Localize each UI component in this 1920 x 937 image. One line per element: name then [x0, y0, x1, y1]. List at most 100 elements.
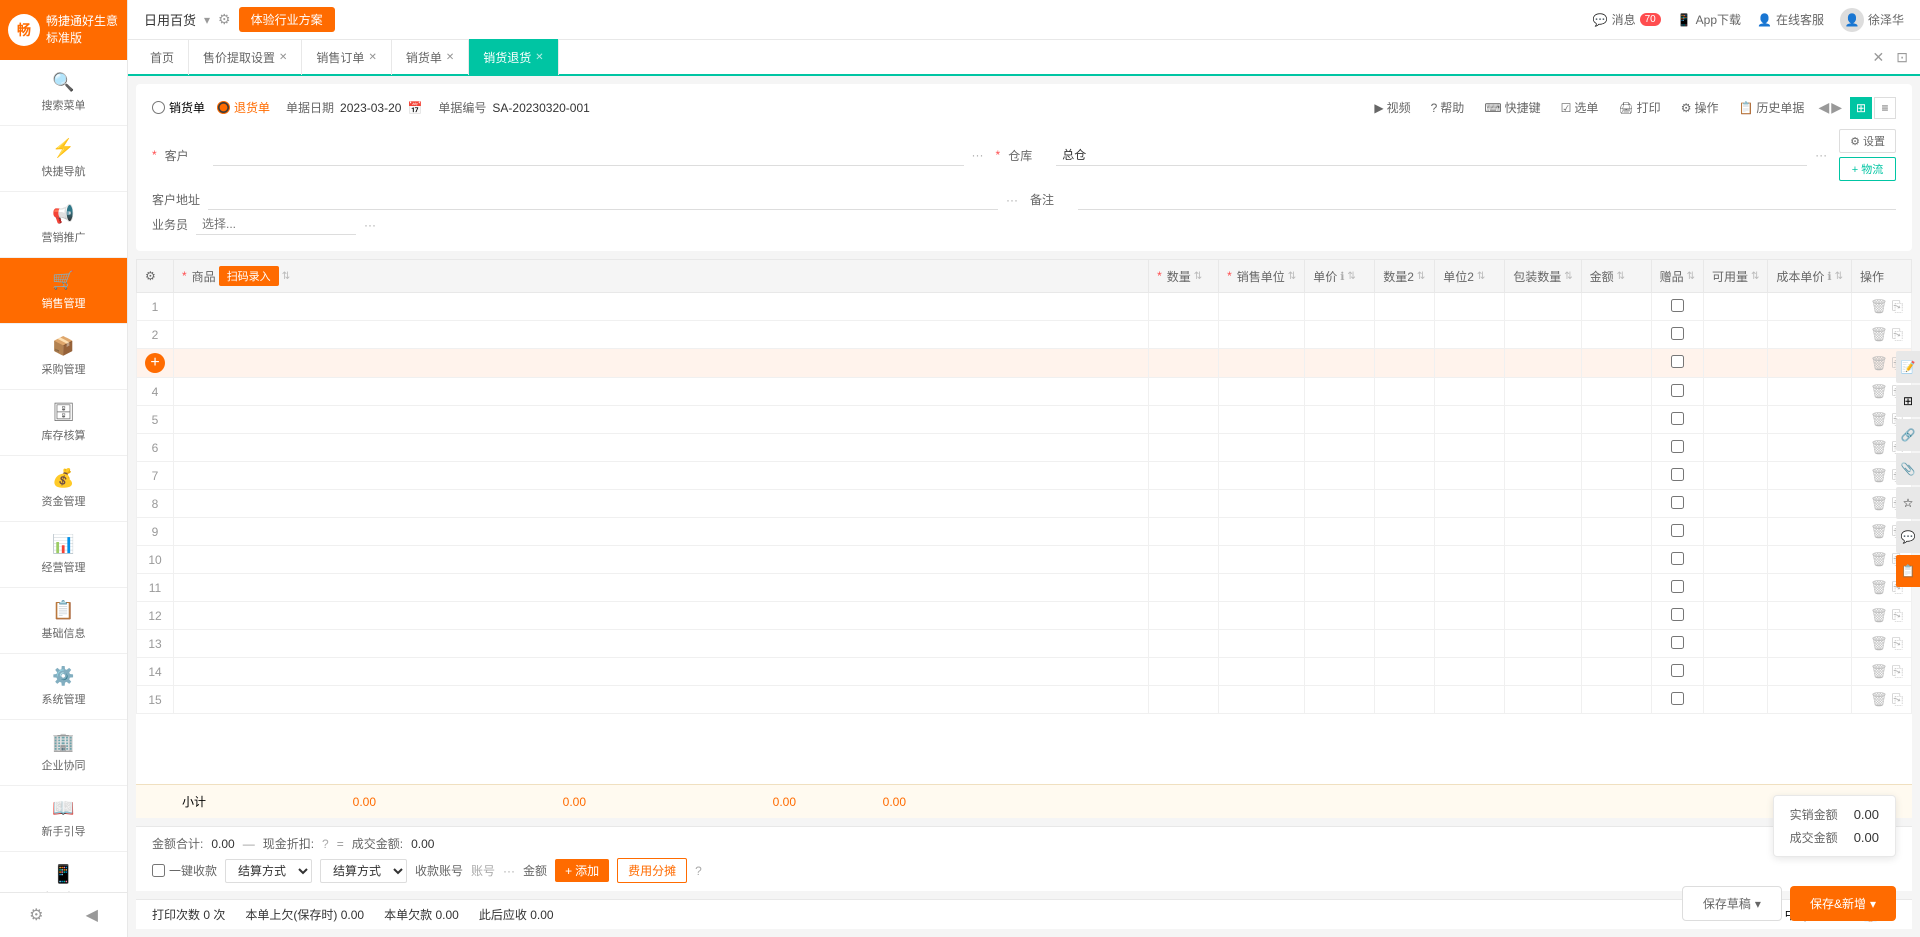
topbar-gear-icon[interactable]: ⚙ [218, 11, 231, 28]
avail-cell-6[interactable] [1704, 434, 1768, 462]
pack-cell-11[interactable] [1505, 574, 1581, 602]
qty2-cell-4[interactable] [1375, 378, 1435, 406]
sidebar-item-finance[interactable]: 💰 资金管理 [0, 456, 127, 522]
sidebar-item-marketing[interactable]: 📢 营销推广 [0, 192, 127, 258]
price-cell-5[interactable] [1305, 406, 1375, 434]
sidebar-settings-icon[interactable]: ⚙ [29, 905, 43, 925]
unit2-cell-4[interactable] [1435, 378, 1505, 406]
sidebar-item-shortcut[interactable]: ⚡ 快捷导航 [0, 126, 127, 192]
qty2-cell-14[interactable] [1375, 658, 1435, 686]
unit2-cell-7[interactable] [1435, 462, 1505, 490]
copy-icon-15[interactable]: ⎘ [1892, 691, 1903, 708]
qty-cell-7[interactable] [1149, 462, 1219, 490]
avail-cell-8[interactable] [1704, 490, 1768, 518]
pack-cell-13[interactable] [1505, 630, 1581, 658]
address-input[interactable] [208, 189, 998, 210]
gift-cell-13[interactable] [1651, 630, 1703, 658]
gift-cell-15[interactable] [1651, 686, 1703, 714]
gift-checkbox-13[interactable] [1671, 636, 1684, 649]
pack-cell-15[interactable] [1505, 686, 1581, 714]
sidebar-item-purchase[interactable]: 📦 采购管理 [0, 324, 127, 390]
qty2-cell-3[interactable] [1375, 349, 1435, 378]
unit2-cell-2[interactable] [1435, 321, 1505, 349]
amount-cell-3[interactable] [1581, 349, 1651, 378]
qty2-cell-10[interactable] [1375, 546, 1435, 574]
sort-unit-icon[interactable]: ⇅ [1288, 271, 1296, 282]
unit-cell-2[interactable] [1219, 321, 1305, 349]
message-btn[interactable]: 💬 消息 70 [1593, 11, 1661, 28]
sort-qty-icon[interactable]: ⇅ [1194, 271, 1202, 282]
operate-btn[interactable]: ⚙ 操作 [1675, 96, 1725, 119]
gift-checkbox-3[interactable] [1671, 355, 1684, 368]
gift-cell-8[interactable] [1651, 490, 1703, 518]
video-btn[interactable]: ▶ 视频 [1368, 96, 1416, 119]
customer-input[interactable] [213, 145, 964, 166]
sort-price-icon[interactable]: ⇅ [1347, 271, 1355, 282]
tab-sale-price-close[interactable]: ✕ [279, 52, 287, 63]
delete-icon-8[interactable]: 🗑 [1870, 495, 1888, 512]
right-icon-chat[interactable]: 💬 [1896, 521, 1920, 553]
calendar-icon[interactable]: 📅 [407, 101, 422, 115]
unit-cell-15[interactable] [1219, 686, 1305, 714]
gift-cell-1[interactable] [1651, 293, 1703, 321]
unit2-cell-10[interactable] [1435, 546, 1505, 574]
cost-cell-6[interactable] [1768, 434, 1852, 462]
gift-cell-2[interactable] [1651, 321, 1703, 349]
right-icon-star[interactable]: ☆ [1896, 487, 1920, 519]
amount-cell-13[interactable] [1581, 630, 1651, 658]
gift-checkbox-11[interactable] [1671, 580, 1684, 593]
delete-icon-1[interactable]: 🗑 [1870, 298, 1888, 315]
radio-return[interactable]: 退货单 [217, 99, 270, 116]
one-click-payment-check[interactable]: 一键收款 [152, 862, 217, 879]
price-cell-7[interactable] [1305, 462, 1375, 490]
product-cell-3[interactable] [174, 349, 1149, 378]
qty2-cell-9[interactable] [1375, 518, 1435, 546]
qty-cell-5[interactable] [1149, 406, 1219, 434]
sort-pack-icon[interactable]: ⇅ [1564, 271, 1572, 282]
sort-avail-icon[interactable]: ⇅ [1751, 271, 1759, 282]
gift-checkbox-1[interactable] [1671, 299, 1684, 312]
gift-cell-11[interactable] [1651, 574, 1703, 602]
right-icon-active[interactable]: 📋 [1896, 555, 1920, 587]
amount-cell-12[interactable] [1581, 602, 1651, 630]
qty-cell-14[interactable] [1149, 658, 1219, 686]
cost-cell-4[interactable] [1768, 378, 1852, 406]
pack-cell-12[interactable] [1505, 602, 1581, 630]
price-cell-10[interactable] [1305, 546, 1375, 574]
unit-cell-10[interactable] [1219, 546, 1305, 574]
history-btn[interactable]: 📋 历史单据 [1732, 96, 1810, 119]
warehouse-input[interactable] [1056, 145, 1807, 166]
qty2-cell-15[interactable] [1375, 686, 1435, 714]
product-cell-12[interactable] [174, 602, 1149, 630]
price-cell-12[interactable] [1305, 602, 1375, 630]
tab-sale-order-close[interactable]: ✕ [368, 52, 376, 63]
sidebar-item-operation[interactable]: 📊 经营管理 [0, 522, 127, 588]
qty-cell-6[interactable] [1149, 434, 1219, 462]
price-cell-9[interactable] [1305, 518, 1375, 546]
gift-checkbox-4[interactable] [1671, 384, 1684, 397]
qty-cell-3[interactable] [1149, 349, 1219, 378]
unit2-cell-15[interactable] [1435, 686, 1505, 714]
sort-cost-icon[interactable]: ⇅ [1835, 271, 1843, 282]
sidebar-item-inventory[interactable]: 🗄 库存核算 [0, 390, 127, 456]
radio-delivery-input[interactable] [152, 101, 165, 114]
help-btn[interactable]: ? 帮助 [1425, 96, 1471, 119]
pack-cell-4[interactable] [1505, 378, 1581, 406]
shortcut-btn[interactable]: ⌨ 快捷键 [1478, 96, 1546, 119]
unit-cell-5[interactable] [1219, 406, 1305, 434]
tab-sale-return-close[interactable]: ✕ [535, 52, 543, 63]
gift-checkbox-8[interactable] [1671, 496, 1684, 509]
delete-icon-13[interactable]: 🗑 [1870, 635, 1888, 652]
note-input[interactable] [1078, 189, 1896, 210]
cost-cell-2[interactable] [1768, 321, 1852, 349]
qty-cell-1[interactable] [1149, 293, 1219, 321]
gear-icon[interactable]: ⚙ [145, 269, 156, 283]
grid-view-btn[interactable]: ⊞ [1850, 97, 1872, 119]
gift-checkbox-15[interactable] [1671, 692, 1684, 705]
gift-cell-4[interactable] [1651, 378, 1703, 406]
amount-cell-9[interactable] [1581, 518, 1651, 546]
sort-product-icon[interactable]: ⇅ [282, 271, 290, 282]
qty-cell-8[interactable] [1149, 490, 1219, 518]
sidebar-collapse-icon[interactable]: ◀ [86, 905, 98, 925]
pack-cell-6[interactable] [1505, 434, 1581, 462]
